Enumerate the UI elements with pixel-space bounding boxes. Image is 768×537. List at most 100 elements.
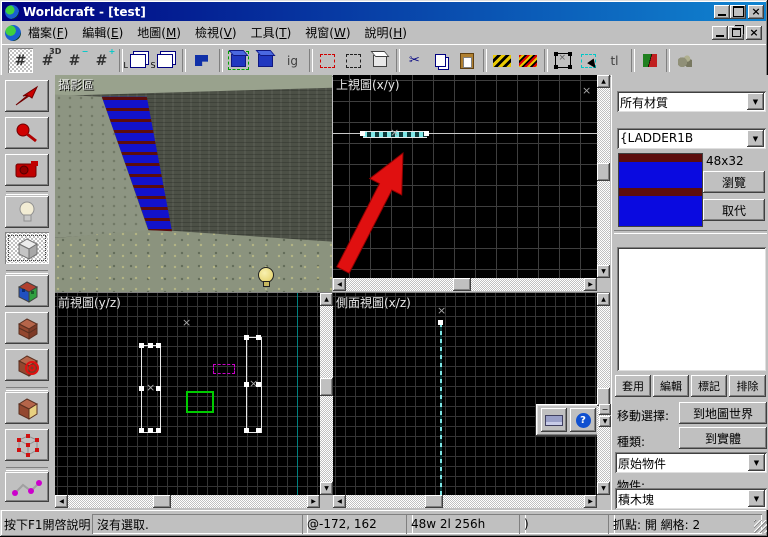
object-handle[interactable] bbox=[148, 343, 153, 348]
grid-3d-button[interactable]: #3D bbox=[35, 47, 62, 73]
texture-preview[interactable] bbox=[618, 153, 703, 227]
vertex-tool-button[interactable] bbox=[5, 429, 49, 461]
scroll-up-button[interactable]: ▲ bbox=[597, 293, 610, 306]
scroll-thumb[interactable] bbox=[597, 163, 610, 181]
cube-3d-button[interactable] bbox=[367, 48, 392, 73]
object-handle[interactable] bbox=[148, 428, 153, 433]
hollow-red-button[interactable] bbox=[315, 48, 340, 73]
ungroup-button[interactable] bbox=[253, 48, 278, 73]
replace-button[interactable]: 取代 bbox=[703, 199, 765, 221]
entity-outline-magenta[interactable] bbox=[213, 364, 235, 374]
block-tool-button[interactable] bbox=[5, 232, 49, 264]
help-button[interactable]: ? bbox=[570, 408, 596, 432]
magnify-box-button[interactable] bbox=[576, 48, 601, 73]
toggle-texture-tool-button[interactable] bbox=[5, 275, 49, 307]
scroll-up-button[interactable]: ▲ bbox=[320, 293, 333, 306]
spin-down-button[interactable]: ▼ bbox=[599, 416, 611, 427]
menu-edit[interactable]: 編輯(E) bbox=[75, 21, 130, 44]
viewport-front[interactable]: 前視圖(y/z) × × × bbox=[55, 293, 320, 495]
clip-tool-button[interactable] bbox=[5, 392, 49, 424]
object-handle[interactable] bbox=[156, 343, 161, 348]
brush-handle[interactable] bbox=[438, 320, 443, 325]
menu-tools[interactable]: 工具(T) bbox=[244, 21, 299, 44]
scroll-down-button[interactable]: ▼ bbox=[320, 482, 333, 495]
path-tool-button[interactable] bbox=[5, 472, 49, 502]
select-box-button[interactable] bbox=[550, 48, 575, 73]
menu-help[interactable]: 說明(H) bbox=[358, 21, 414, 44]
group-button[interactable] bbox=[226, 48, 251, 73]
chevron-down-icon[interactable]: ▼ bbox=[748, 454, 765, 471]
mdi-close-button[interactable]: × bbox=[746, 25, 762, 40]
side-view-hscrollbar[interactable]: ◀ ▶ bbox=[333, 495, 597, 508]
grid-larger-button[interactable]: # + bbox=[89, 47, 116, 73]
side-view-vscrollbar[interactable]: ▲ ▼ bbox=[597, 293, 610, 495]
top-view-vscrollbar[interactable]: ▲ ▼ bbox=[597, 75, 610, 278]
material-group-combo[interactable]: 所有材質 ▼ bbox=[617, 91, 766, 112]
object-combo[interactable]: 積木塊 ▼ bbox=[615, 488, 767, 509]
entity-tool-button[interactable] bbox=[5, 196, 49, 228]
scroll-left-button[interactable]: ◀ bbox=[333, 495, 346, 508]
vis-mark-button[interactable]: 標記 bbox=[691, 375, 727, 397]
mdi-restore-button[interactable] bbox=[728, 25, 744, 40]
ignore-groups-button[interactable]: ig bbox=[280, 48, 305, 73]
hollow-black-button[interactable] bbox=[341, 48, 366, 73]
cascade-large-button[interactable]: L bbox=[124, 48, 150, 73]
decal-tool-button[interactable] bbox=[5, 349, 49, 381]
object-handle[interactable] bbox=[244, 382, 249, 387]
apply-texture-tool-button[interactable] bbox=[5, 312, 49, 344]
object-handle[interactable] bbox=[156, 428, 161, 433]
mdi-minimize-button[interactable] bbox=[712, 25, 728, 40]
brush-center-mark[interactable]: × bbox=[437, 305, 446, 316]
scroll-thumb[interactable] bbox=[320, 378, 333, 396]
scroll-up-button[interactable]: ▲ bbox=[597, 75, 610, 88]
close-button[interactable]: × bbox=[748, 4, 764, 19]
scroll-right-button[interactable]: ▶ bbox=[584, 495, 597, 508]
vis-group-list[interactable] bbox=[617, 247, 766, 371]
viewport-top[interactable]: 上視圖(x/y) × × bbox=[333, 75, 597, 278]
mdi-document-icon[interactable] bbox=[5, 24, 21, 41]
menu-file[interactable]: 檔案(F) bbox=[21, 21, 75, 44]
grid-smaller-button[interactable]: # − bbox=[62, 47, 89, 73]
chevron-down-icon[interactable]: ▼ bbox=[747, 93, 764, 110]
object-handle[interactable] bbox=[139, 343, 144, 348]
resize-grip[interactable] bbox=[754, 520, 767, 533]
scroll-thumb[interactable] bbox=[425, 495, 443, 508]
hazard-red-button[interactable] bbox=[515, 48, 540, 73]
to-world-button[interactable]: 到地圖世界 bbox=[679, 402, 767, 424]
selected-brush-side[interactable] bbox=[440, 323, 442, 495]
scroll-thumb[interactable] bbox=[153, 495, 171, 508]
scroll-right-button[interactable]: ▶ bbox=[307, 495, 320, 508]
vis-apply-button[interactable]: 套用 bbox=[615, 375, 651, 397]
object-mark[interactable]: × bbox=[182, 317, 191, 328]
cut-button[interactable]: ✂ bbox=[402, 48, 427, 73]
menu-window[interactable]: 視窗(W) bbox=[298, 21, 357, 44]
front-view-vscrollbar[interactable]: ▲ ▼ bbox=[320, 293, 333, 495]
object-handle[interactable] bbox=[256, 382, 261, 387]
maximize-button[interactable] bbox=[730, 4, 746, 19]
title-bar[interactable]: Worldcraft - [test] × bbox=[2, 2, 766, 21]
vis-purge-button[interactable]: 排除 bbox=[729, 375, 766, 397]
menu-view[interactable]: 檢視(V) bbox=[188, 21, 244, 44]
select-tool-button[interactable] bbox=[5, 80, 49, 112]
object-handle[interactable] bbox=[244, 428, 249, 433]
menu-map[interactable]: 地圖(M) bbox=[130, 21, 188, 44]
magnify-tool-button[interactable] bbox=[5, 117, 49, 149]
scroll-down-button[interactable]: ▼ bbox=[597, 482, 610, 495]
top-view-hscrollbar[interactable]: ◀ ▶ bbox=[333, 278, 597, 291]
scroll-down-button[interactable]: ▼ bbox=[597, 265, 610, 278]
category-combo[interactable]: 原始物件 ▼ bbox=[615, 452, 767, 473]
scroll-left-button[interactable]: ◀ bbox=[333, 278, 346, 291]
scroll-right-button[interactable]: ▶ bbox=[584, 278, 597, 291]
texture-lock-button[interactable]: tl bbox=[602, 48, 627, 73]
current-material-combo[interactable]: {LADDER1B ▼ bbox=[617, 128, 766, 149]
object-handle[interactable] bbox=[156, 386, 161, 391]
spin-minus-button[interactable]: − bbox=[599, 404, 611, 415]
flip-button[interactable] bbox=[637, 48, 662, 73]
front-view-hscrollbar[interactable]: ◀ ▶ bbox=[55, 495, 320, 508]
paste-button[interactable] bbox=[454, 48, 479, 73]
object-handle[interactable] bbox=[139, 428, 144, 433]
copy-button[interactable] bbox=[428, 48, 453, 73]
to-entity-button[interactable]: 到實體 bbox=[679, 427, 767, 449]
object-handle[interactable] bbox=[256, 335, 261, 340]
scroll-left-button[interactable]: ◀ bbox=[55, 495, 68, 508]
